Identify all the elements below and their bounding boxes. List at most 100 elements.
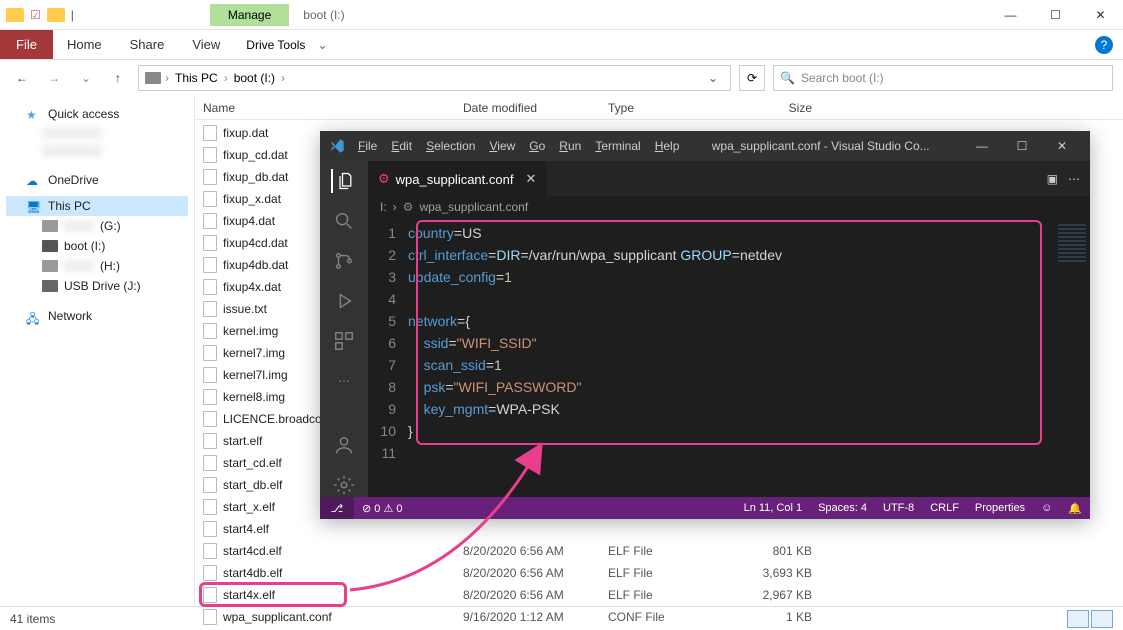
- nav-drive-h[interactable]: (H:): [6, 256, 188, 276]
- encoding[interactable]: UTF-8: [875, 502, 922, 514]
- problems-indicator[interactable]: ⊘ 0 ⚠ 0: [354, 497, 410, 519]
- menu-file[interactable]: File: [358, 139, 377, 153]
- file-size: 1 KB: [720, 610, 820, 624]
- file-row[interactable]: start4.elf: [195, 518, 1123, 540]
- back-button[interactable]: ←: [10, 66, 34, 90]
- nav-label: (G:): [100, 219, 121, 233]
- file-date: 8/20/2020 6:56 AM: [455, 566, 600, 580]
- menu-edit[interactable]: Edit: [391, 139, 412, 153]
- file-name: start.elf: [223, 434, 262, 448]
- code-editor[interactable]: 1234567891011 country=US ctrl_interface=…: [368, 218, 1090, 497]
- address-row: ← → ⌄ ↑ › This PC › boot (I:) › ⌄ ⟳ 🔍 Se…: [0, 60, 1123, 96]
- split-editor-icon[interactable]: ▣: [1047, 172, 1058, 186]
- col-type[interactable]: Type: [600, 101, 720, 115]
- refresh-button[interactable]: ⟳: [739, 65, 765, 91]
- cursor-position[interactable]: Ln 11, Col 1: [736, 502, 811, 514]
- code-content[interactable]: country=US ctrl_interface=DIR=/var/run/w…: [408, 218, 1050, 497]
- eol[interactable]: CRLF: [922, 502, 967, 514]
- ribbon-collapse-icon[interactable]: ⌄: [317, 38, 327, 52]
- nav-boot[interactable]: boot (I:): [6, 236, 188, 256]
- minimap[interactable]: [1050, 218, 1090, 497]
- extensions-icon[interactable]: [332, 329, 356, 353]
- file-row[interactable]: wpa_supplicant.conf9/16/2020 1:12 AMCONF…: [195, 606, 1123, 628]
- nav-network[interactable]: 🖧Network: [6, 306, 188, 326]
- drive-tools-tab[interactable]: Drive Tools: [234, 30, 317, 59]
- minimize-button[interactable]: —: [988, 0, 1033, 30]
- menu-terminal[interactable]: Terminal: [595, 139, 640, 153]
- nav-this-pc[interactable]: 🖥This PC: [6, 196, 188, 216]
- col-name[interactable]: Name: [195, 101, 455, 115]
- nav-quick-access[interactable]: ★Quick access: [6, 104, 188, 124]
- file-name: fixup_db.dat: [223, 170, 288, 184]
- nav-drive-g[interactable]: (G:): [6, 216, 188, 236]
- bc-file[interactable]: wpa_supplicant.conf: [419, 200, 528, 214]
- vscode-close[interactable]: ✕: [1042, 131, 1082, 161]
- file-icon: [203, 301, 217, 317]
- indentation[interactable]: Spaces: 4: [810, 502, 875, 514]
- qat-overflow[interactable]: |: [71, 8, 74, 22]
- nav-blur-item[interactable]: [6, 124, 188, 142]
- notifications-icon[interactable]: 🔔: [1060, 502, 1090, 515]
- nav-blur-item[interactable]: [6, 142, 188, 160]
- editor-breadcrumb[interactable]: I: › ⚙ wpa_supplicant.conf: [368, 196, 1090, 218]
- file-size: 2,967 KB: [720, 588, 820, 602]
- search-icon[interactable]: [332, 209, 356, 233]
- qat-save-icon[interactable]: ☑: [30, 8, 41, 22]
- home-tab[interactable]: Home: [53, 30, 116, 59]
- file-size: 3,693 KB: [720, 566, 820, 580]
- crumb-thispc[interactable]: This PC: [173, 71, 220, 85]
- tab-close-icon[interactable]: ✕: [525, 171, 536, 187]
- nav-usb[interactable]: USB Drive (J:): [6, 276, 188, 296]
- vscode-minimize[interactable]: —: [962, 131, 1002, 161]
- crumb-sep: ›: [224, 71, 228, 85]
- forward-button[interactable]: →: [42, 66, 66, 90]
- address-bar[interactable]: › This PC › boot (I:) › ⌄: [138, 65, 731, 91]
- menu-go[interactable]: Go: [529, 139, 545, 153]
- menu-selection[interactable]: Selection: [426, 139, 475, 153]
- blurred-label: [42, 145, 102, 157]
- file-row[interactable]: start4x.elf8/20/2020 6:56 AMELF File2,96…: [195, 584, 1123, 606]
- quick-access-toolbar: ☑ |: [0, 8, 80, 22]
- more-icon[interactable]: ⋯: [332, 369, 356, 393]
- remote-indicator[interactable]: ⎇: [320, 497, 354, 519]
- close-button[interactable]: ✕: [1078, 0, 1123, 30]
- vscode-menu: File Edit Selection View Go Run Terminal…: [358, 139, 679, 153]
- nav-onedrive[interactable]: ☁OneDrive: [6, 170, 188, 190]
- vscode-title: wpa_supplicant.conf - Visual Studio Co..…: [712, 139, 930, 153]
- file-icon: [203, 609, 217, 625]
- debug-icon[interactable]: [332, 289, 356, 313]
- maximize-button[interactable]: ☐: [1033, 0, 1078, 30]
- share-tab[interactable]: Share: [116, 30, 179, 59]
- bc-root[interactable]: I:: [380, 200, 387, 214]
- file-row[interactable]: start4cd.elf8/20/2020 6:56 AMELF File801…: [195, 540, 1123, 562]
- nav-label: Network: [48, 309, 92, 323]
- source-control-icon[interactable]: [332, 249, 356, 273]
- file-date: 8/20/2020 6:56 AM: [455, 544, 600, 558]
- account-icon[interactable]: [332, 433, 356, 457]
- file-name: fixup_x.dat: [223, 192, 281, 206]
- recent-button[interactable]: ⌄: [74, 66, 98, 90]
- file-name: wpa_supplicant.conf: [223, 610, 332, 624]
- file-row[interactable]: start4db.elf8/20/2020 6:56 AMELF File3,6…: [195, 562, 1123, 584]
- vscode-maximize[interactable]: ☐: [1002, 131, 1042, 161]
- search-box[interactable]: 🔍 Search boot (I:): [773, 65, 1113, 91]
- up-button[interactable]: ↑: [106, 66, 130, 90]
- crumb-sep: ›: [281, 71, 285, 85]
- col-date[interactable]: Date modified: [455, 101, 600, 115]
- col-size[interactable]: Size: [720, 101, 820, 115]
- editor-tab[interactable]: ⚙ wpa_supplicant.conf ✕: [368, 161, 546, 196]
- menu-view[interactable]: View: [489, 139, 515, 153]
- ribbon-context-manage[interactable]: Manage: [210, 4, 289, 26]
- address-dropdown-icon[interactable]: ⌄: [702, 71, 724, 85]
- feedback-icon[interactable]: ☺: [1033, 502, 1060, 514]
- view-tab[interactable]: View: [178, 30, 234, 59]
- file-tab[interactable]: File: [0, 30, 53, 59]
- explorer-icon[interactable]: [331, 169, 355, 193]
- menu-help[interactable]: Help: [655, 139, 680, 153]
- menu-run[interactable]: Run: [559, 139, 581, 153]
- more-actions-icon[interactable]: ⋯: [1068, 172, 1080, 186]
- language-mode[interactable]: Properties: [967, 502, 1033, 514]
- help-icon[interactable]: ?: [1095, 36, 1113, 54]
- crumb-boot[interactable]: boot (I:): [232, 71, 277, 85]
- settings-icon[interactable]: [332, 473, 356, 497]
